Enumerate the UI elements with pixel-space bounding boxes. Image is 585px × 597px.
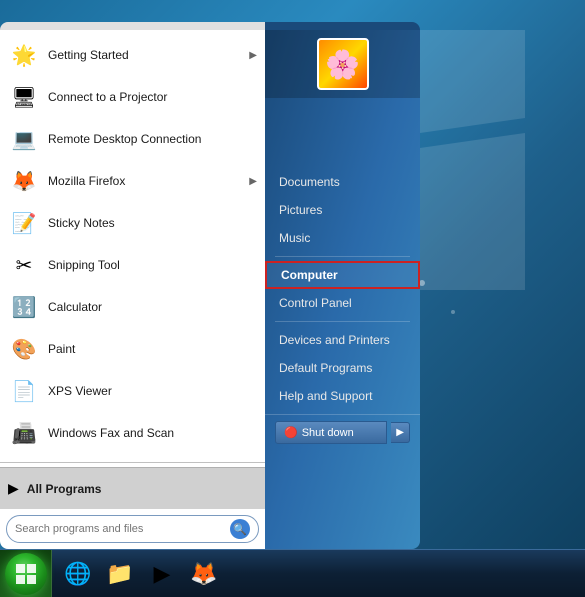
remote-desktop-icon: 💻	[8, 123, 40, 155]
menu-item-paint[interactable]: 🎨 Paint	[0, 328, 265, 370]
getting-started-icon: 🌟	[8, 39, 40, 71]
right-divider-mid	[275, 321, 410, 322]
calculator-label: Calculator	[48, 300, 257, 314]
menu-item-sticky-notes[interactable]: 📝 Sticky Notes	[0, 202, 265, 244]
xps-viewer-icon: 📄	[8, 375, 40, 407]
default-programs-label: Default Programs	[279, 361, 372, 375]
start-button[interactable]	[0, 550, 52, 597]
computer-label: Computer	[281, 268, 338, 282]
documents-label: Documents	[279, 175, 340, 189]
search-button[interactable]: 🔍	[230, 519, 250, 539]
menu-item-calculator[interactable]: 🔢 Calculator	[0, 286, 265, 328]
menu-item-getting-started[interactable]: 🌟 Getting Started ▶	[0, 34, 265, 76]
shutdown-area: 🔴 Shut down ▶	[265, 414, 420, 450]
menu-item-xps-viewer[interactable]: 📄 XPS Viewer	[0, 370, 265, 412]
paint-icon: 🎨	[8, 333, 40, 365]
right-item-default-programs[interactable]: Default Programs	[265, 354, 420, 382]
right-divider-top	[275, 256, 410, 257]
desktop: 🌟 Getting Started ▶ 🖥 Connect to a Proje…	[0, 0, 585, 597]
getting-started-label: Getting Started	[48, 48, 241, 62]
getting-started-arrow: ▶	[249, 50, 257, 61]
programs-divider	[0, 462, 265, 463]
devices-printers-label: Devices and Printers	[279, 333, 390, 347]
windows-fax-label: Windows Fax and Scan	[48, 426, 257, 440]
music-label: Music	[279, 231, 310, 245]
shutdown-label: Shut down	[302, 427, 354, 439]
sticky-notes-icon: 📝	[8, 207, 40, 239]
remote-desktop-label: Remote Desktop Connection	[48, 132, 257, 146]
all-programs-section: ▶ All Programs	[0, 467, 265, 509]
menu-item-snipping-tool[interactable]: ✂ Snipping Tool	[0, 244, 265, 286]
taskbar-icon-firefox[interactable]: 🦊	[184, 554, 224, 594]
start-menu-programs-list: 🌟 Getting Started ▶ 🖥 Connect to a Proje…	[0, 30, 265, 458]
connect-projector-label: Connect to a Projector	[48, 90, 257, 104]
mozilla-firefox-label: Mozilla Firefox	[48, 174, 241, 188]
start-menu-left-panel: 🌟 Getting Started ▶ 🖥 Connect to a Proje…	[0, 30, 265, 549]
connect-projector-icon: 🖥	[8, 81, 40, 113]
right-menu-items: Documents Pictures Music Computer Control Pa…	[265, 168, 420, 410]
right-item-devices-printers[interactable]: Devices and Printers	[265, 326, 420, 354]
taskbar-icon-media[interactable]: ▶	[142, 554, 182, 594]
right-item-control-panel[interactable]: Control Panel	[265, 289, 420, 317]
pictures-label: Pictures	[279, 203, 322, 217]
right-item-computer[interactable]: Computer	[265, 261, 420, 289]
taskbar-icon-explorer[interactable]: 📁	[100, 554, 140, 594]
menu-item-windows-fax[interactable]: 📠 Windows Fax and Scan	[0, 412, 265, 454]
right-item-music[interactable]: Music	[265, 224, 420, 252]
start-menu-right-panel: 🌸 Documents Pictures Music Computer Control …	[265, 30, 420, 549]
xps-viewer-label: XPS Viewer	[48, 384, 257, 398]
help-support-label: Help and Support	[279, 389, 372, 403]
snipping-tool-icon: ✂	[8, 249, 40, 281]
snipping-tool-label: Snipping Tool	[48, 258, 257, 272]
sparkle-2	[451, 310, 455, 314]
windows-start-icon	[15, 563, 37, 585]
taskbar: 🌐📁▶🦊	[0, 549, 585, 597]
search-bar: 🔍	[6, 515, 259, 543]
shutdown-icon: 🔴	[284, 426, 298, 439]
right-item-help-support[interactable]: Help and Support	[265, 382, 420, 410]
right-item-documents[interactable]: Documents	[265, 168, 420, 196]
control-panel-label: Control Panel	[279, 296, 352, 310]
menu-header	[0, 22, 420, 30]
sticky-notes-label: Sticky Notes	[48, 216, 257, 230]
mozilla-firefox-icon: 🦊	[8, 165, 40, 197]
shutdown-arrow-button[interactable]: ▶	[391, 422, 410, 443]
mozilla-firefox-arrow: ▶	[249, 176, 257, 187]
menu-item-connect-projector[interactable]: 🖥 Connect to a Projector	[0, 76, 265, 118]
menu-item-mozilla-firefox[interactable]: 🦊 Mozilla Firefox ▶	[0, 160, 265, 202]
calculator-icon: 🔢	[8, 291, 40, 323]
start-menu: 🌟 Getting Started ▶ 🖥 Connect to a Proje…	[0, 22, 420, 549]
all-programs-item[interactable]: ▶ All Programs	[0, 474, 265, 503]
menu-body: 🌟 Getting Started ▶ 🖥 Connect to a Proje…	[0, 30, 420, 549]
taskbar-icon-ie[interactable]: 🌐	[58, 554, 98, 594]
shutdown-button[interactable]: 🔴 Shut down	[275, 421, 387, 444]
user-avatar: 🌸	[317, 38, 369, 90]
paint-label: Paint	[48, 342, 257, 356]
user-avatar-area: 🌸	[265, 30, 420, 98]
windows-fax-icon: 📠	[8, 417, 40, 449]
menu-item-remote-desktop[interactable]: 💻 Remote Desktop Connection	[0, 118, 265, 160]
right-item-pictures[interactable]: Pictures	[265, 196, 420, 224]
search-input[interactable]	[15, 523, 226, 535]
taskbar-items: 🌐📁▶🦊	[52, 554, 585, 594]
start-orb	[5, 553, 47, 595]
all-programs-label: All Programs	[27, 482, 102, 496]
